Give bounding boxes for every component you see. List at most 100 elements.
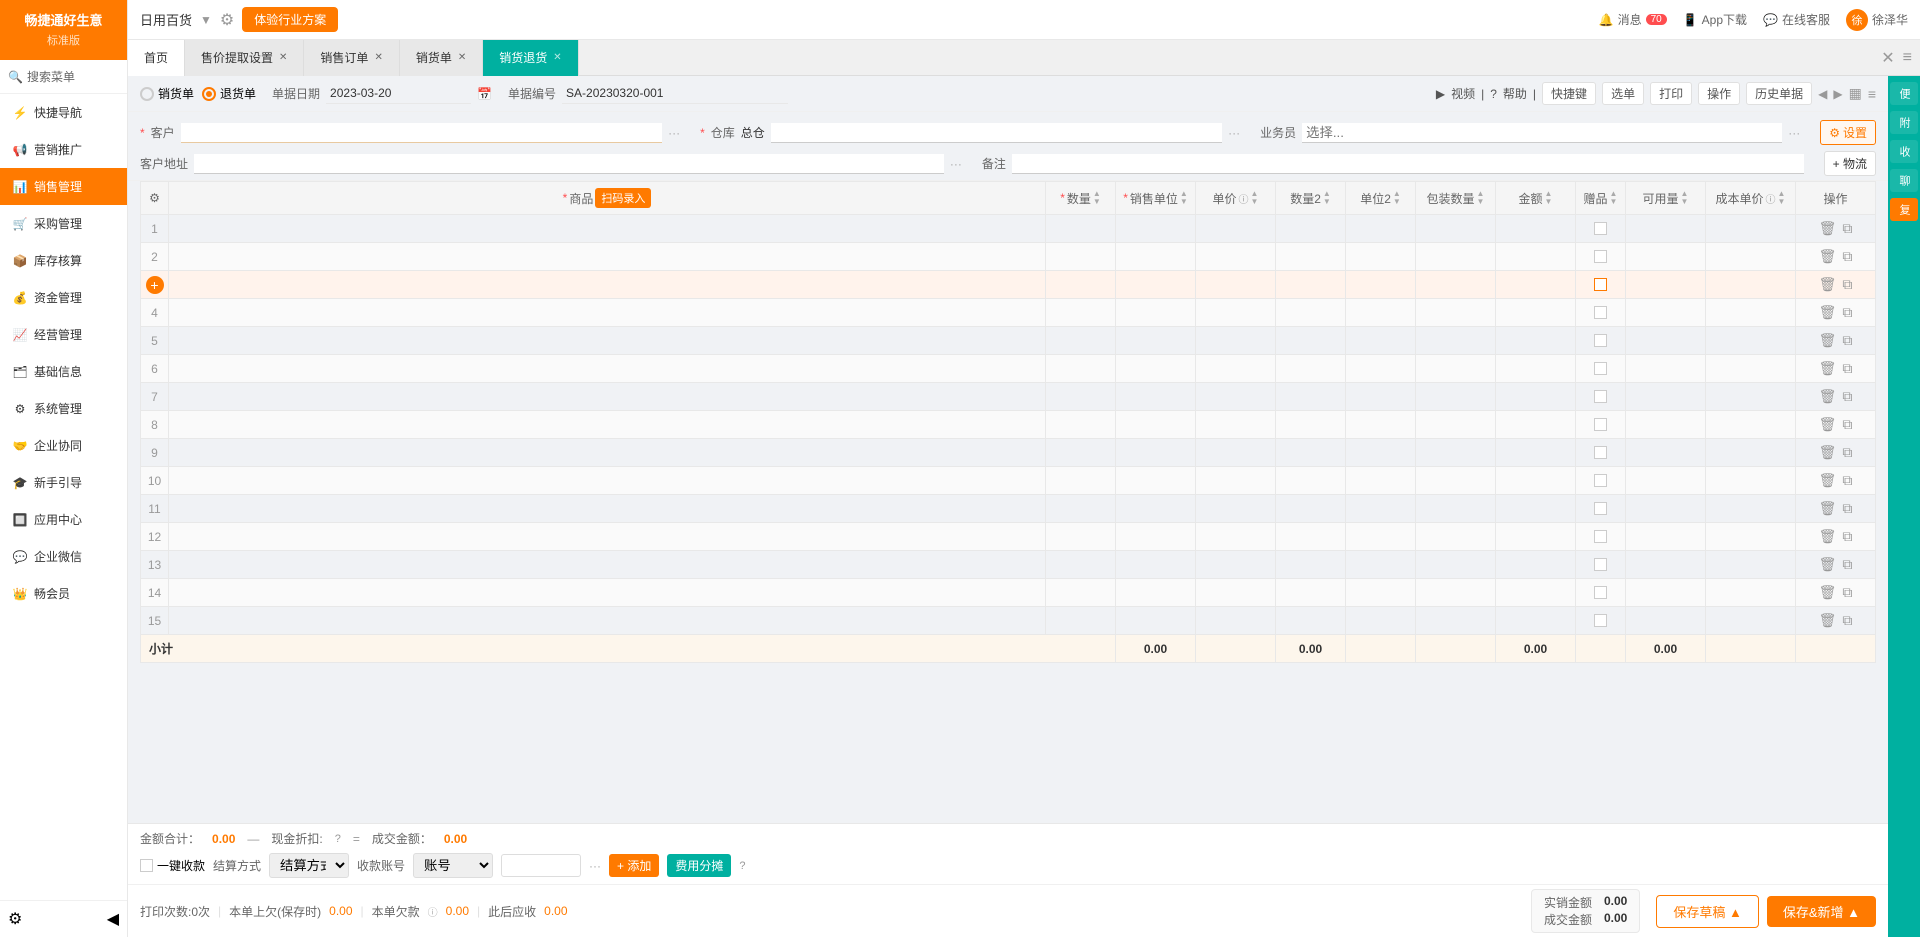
sidebar-item-finance[interactable]: 💰 资金管理 <box>0 279 127 316</box>
one-key-collect-checkbox[interactable]: 一键收款 <box>140 857 205 874</box>
address-dots[interactable]: ··· <box>950 157 962 171</box>
row-2-gift[interactable] <box>1576 243 1626 271</box>
sidebar-item-member[interactable]: 👑 畅会员 <box>0 575 127 612</box>
copy-btn[interactable]: ⧉ <box>1842 444 1852 461</box>
delete-btn[interactable]: 🗑 <box>1819 388 1837 405</box>
row-3-qty2[interactable] <box>1276 271 1346 299</box>
right-panel-copy[interactable]: 复 <box>1890 198 1918 221</box>
right-panel-chat[interactable]: 聊 <box>1890 169 1918 192</box>
row-3-goods-input[interactable] <box>173 277 1041 292</box>
tab-sales-order[interactable]: 销售订单 ✕ <box>304 40 399 76</box>
delete-row-3-btn[interactable]: 🗑 <box>1819 276 1837 293</box>
copy-btn[interactable]: ⧉ <box>1842 528 1852 545</box>
th-gear[interactable]: ⚙ <box>141 182 169 215</box>
delete-btn[interactable]: 🗑 <box>1819 332 1837 349</box>
row-3-unit[interactable] <box>1116 271 1196 299</box>
topbar-dropdown-arrow[interactable]: ▼ <box>200 13 212 27</box>
amount-input[interactable] <box>501 854 581 877</box>
history-btn[interactable]: 历史单据 <box>1746 82 1812 105</box>
select-btn[interactable]: 选单 <box>1602 82 1644 105</box>
fee-split-btn[interactable]: 费用分摊 <box>667 854 731 877</box>
row-3-amount[interactable] <box>1496 271 1576 299</box>
row-3-gift[interactable] <box>1576 271 1626 299</box>
row-1-unit2[interactable] <box>1346 215 1416 243</box>
row-2-goods[interactable] <box>169 243 1046 271</box>
prev-doc-icon[interactable]: ◀ <box>1818 87 1827 101</box>
delete-btn[interactable]: 🗑 <box>1819 500 1837 517</box>
sidebar-item-shortcut[interactable]: ⚡ 快捷导航 <box>0 94 127 131</box>
delete-btn[interactable]: 🗑 <box>1819 612 1837 629</box>
row-1-qty2[interactable] <box>1276 215 1346 243</box>
delete-btn[interactable]: 🗑 <box>1819 556 1837 573</box>
customer-dots[interactable]: ··· <box>668 126 680 140</box>
experience-btn[interactable]: 体验行业方案 <box>242 7 338 32</box>
row-3-unit2[interactable] <box>1346 271 1416 299</box>
copy-row-2-btn[interactable]: ⧉ <box>1842 248 1852 265</box>
salesperson-input[interactable] <box>1302 123 1782 143</box>
tab-sales-delivery[interactable]: 销货单 ✕ <box>400 40 483 76</box>
messages-item[interactable]: 🔔 消息 70 <box>1599 11 1667 28</box>
row-1-amount[interactable] <box>1496 215 1576 243</box>
copy-btn[interactable]: ⧉ <box>1842 360 1852 377</box>
video-label[interactable]: 视频 <box>1451 85 1475 102</box>
row-1-price[interactable] <box>1196 215 1276 243</box>
close-sales-return-icon[interactable]: ✕ <box>553 52 561 63</box>
copy-btn[interactable]: ⧉ <box>1842 500 1852 517</box>
row-1-cost[interactable] <box>1706 215 1796 243</box>
docnum-value[interactable]: SA-20230320-001 <box>562 84 788 104</box>
delete-btn[interactable]: 🗑 <box>1819 584 1837 601</box>
copy-btn[interactable]: ⧉ <box>1842 416 1852 433</box>
row-1-pack[interactable] <box>1416 215 1496 243</box>
operations-btn[interactable]: 操作 <box>1698 82 1740 105</box>
delete-row-1-btn[interactable]: 🗑 <box>1819 220 1837 237</box>
close-price-setup-icon[interactable]: ✕ <box>279 52 287 63</box>
row-2-unit2[interactable] <box>1346 243 1416 271</box>
sidebar-item-operations[interactable]: 📈 经营管理 <box>0 316 127 353</box>
dots-btn[interactable]: ··· <box>589 859 601 873</box>
copy-btn[interactable]: ⧉ <box>1842 332 1852 349</box>
delete-btn[interactable]: 🗑 <box>1819 444 1837 461</box>
row-1-goods[interactable] <box>169 215 1046 243</box>
copy-btn[interactable]: ⧉ <box>1842 472 1852 489</box>
salesperson-dots[interactable]: ··· <box>1788 126 1800 140</box>
list-view-icon[interactable]: ≡ <box>1868 86 1876 102</box>
delete-btn[interactable]: 🗑 <box>1819 528 1837 545</box>
return-radio[interactable]: 退货单 <box>202 85 256 102</box>
row-2-cost[interactable] <box>1706 243 1796 271</box>
add-row-btn[interactable]: + <box>146 276 164 294</box>
settings-gear-icon[interactable]: ⚙ <box>8 909 22 929</box>
row-1-gift[interactable] <box>1576 215 1626 243</box>
print-btn[interactable]: 打印 <box>1650 82 1692 105</box>
sidebar-item-system[interactable]: ⚙ 系统管理 <box>0 390 127 427</box>
right-panel-star[interactable]: 收 <box>1890 140 1918 163</box>
settings-btn[interactable]: ⚙ 设置 <box>1820 120 1876 145</box>
right-panel-attach[interactable]: 附 <box>1890 111 1918 134</box>
tab-price-setup[interactable]: 售价提取设置 ✕ <box>185 40 304 76</box>
sidebar-item-enterprise[interactable]: 🤝 企业协同 <box>0 427 127 464</box>
search-menu-item[interactable]: 🔍 搜索菜单 <box>0 60 127 94</box>
right-panel-notes[interactable]: 便 <box>1890 82 1918 105</box>
row-3-price[interactable] <box>1196 271 1276 299</box>
add-payment-btn[interactable]: + 添加 <box>609 854 659 877</box>
sidebar-item-inventory[interactable]: 📦 库存核算 <box>0 242 127 279</box>
sidebar-item-appstore[interactable]: 🔲 应用中心 <box>0 501 127 538</box>
save-draft-btn[interactable]: 保存草稿 ▲ <box>1656 895 1759 928</box>
row-2-unit[interactable] <box>1116 243 1196 271</box>
row-2-qty[interactable] <box>1046 243 1116 271</box>
row-2-pack[interactable] <box>1416 243 1496 271</box>
settlement-select[interactable]: 结算方式 <box>269 853 349 878</box>
row-2-qty2[interactable] <box>1276 243 1346 271</box>
help-info-icon[interactable]: ? <box>335 833 341 845</box>
delete-btn[interactable]: 🗑 <box>1819 416 1837 433</box>
warehouse-value[interactable]: 总仓 <box>741 124 765 141</box>
delete-btn[interactable]: 🗑 <box>1819 360 1837 377</box>
date-value[interactable]: 2023-03-20 <box>326 84 471 104</box>
collapse-icon[interactable]: ◀ <box>107 909 119 929</box>
close-all-icon[interactable]: ✕ <box>1881 48 1894 68</box>
online-service-item[interactable]: 💬 在线客服 <box>1763 11 1830 28</box>
close-sales-delivery-icon[interactable]: ✕ <box>458 52 466 63</box>
tab-menu-icon[interactable]: ≡ <box>1903 49 1912 67</box>
copy-row-3-btn[interactable]: ⧉ <box>1842 276 1852 293</box>
sidebar-item-basic[interactable]: 🗂 基础信息 <box>0 353 127 390</box>
delete-row-2-btn[interactable]: 🗑 <box>1819 248 1837 265</box>
